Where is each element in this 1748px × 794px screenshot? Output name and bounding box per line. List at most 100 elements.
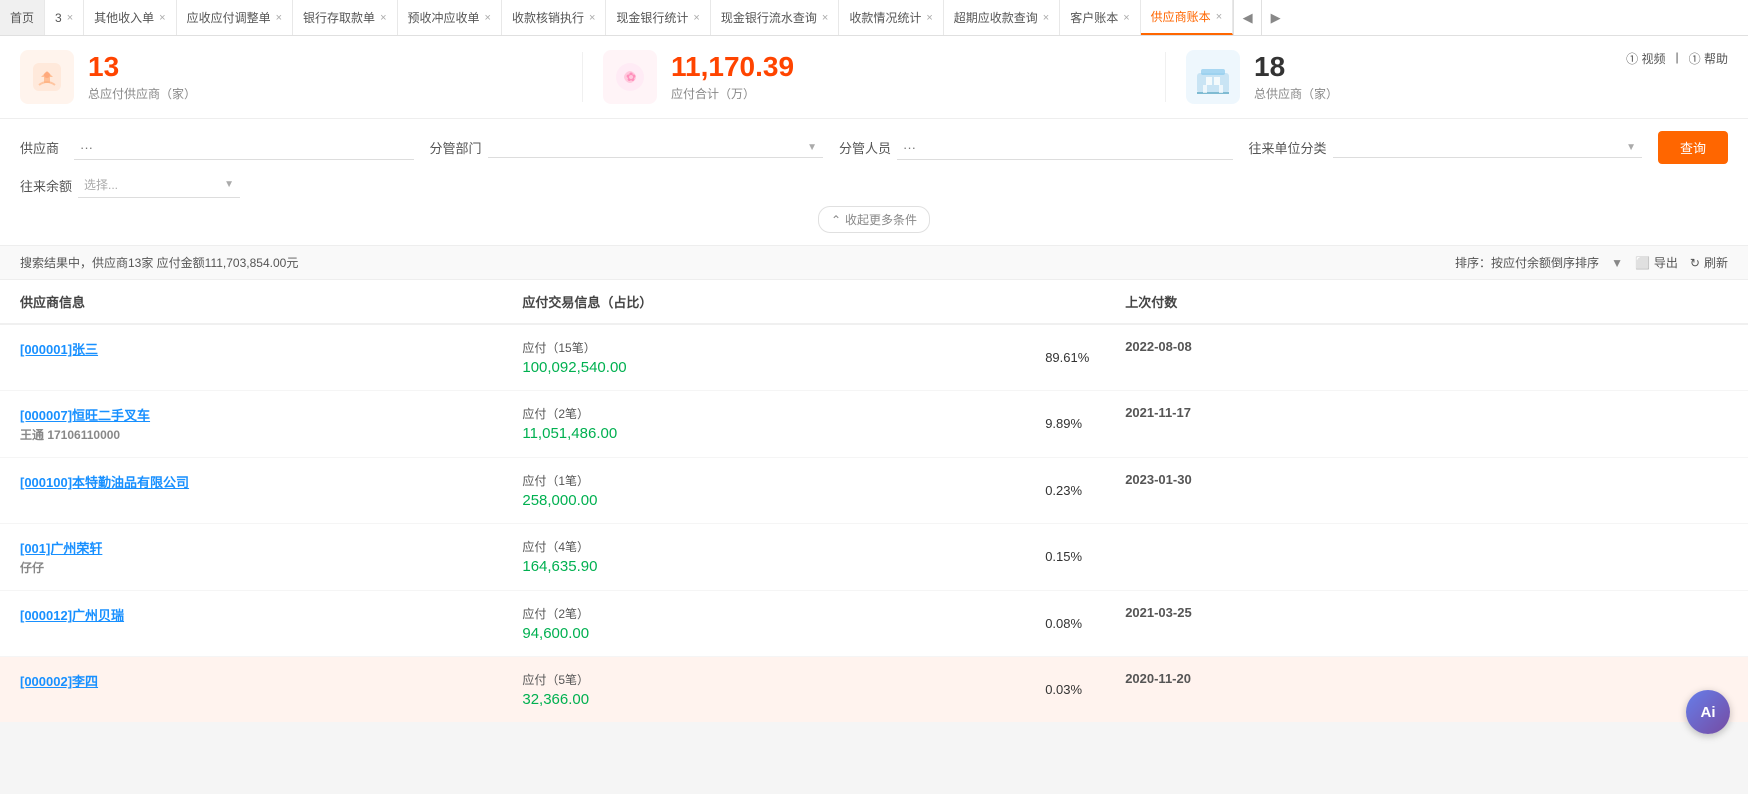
row-4-lastpay: 2021-03-25: [1125, 605, 1527, 620]
row-2-lastpay: 2023-01-30: [1125, 472, 1527, 487]
filter-category: 往来单位分类 ▼: [1249, 138, 1643, 158]
dept-select[interactable]: ▼: [488, 138, 823, 158]
row-5-lastpay: 2020-11-20: [1125, 671, 1527, 686]
header-links: ① 视频 | ① 帮助: [1626, 50, 1728, 67]
row-0-supplier-link[interactable]: [000001]张三: [20, 339, 522, 358]
payable-suppliers-label: 总应付供应商（家）: [88, 85, 196, 102]
data-table: 供应商信息 应付交易信息（占比） 上次付数 [000001]张三 应付（15笔）…: [0, 280, 1748, 723]
total-suppliers-number: 18: [1254, 52, 1338, 83]
nav-tab-cash-stat-close[interactable]: ×: [693, 12, 699, 24]
refresh-icon: ↻: [1690, 256, 1700, 270]
table-row[interactable]: [000100]本特勤油品有限公司 应付（1笔） 258,000.00 0.23…: [0, 458, 1748, 524]
nav-tab-ar-ap-close[interactable]: ×: [276, 12, 282, 24]
nav-tab-bank[interactable]: 银行存取款单 ×: [293, 0, 397, 35]
query-button[interactable]: 查询: [1658, 131, 1728, 164]
nav-tab-collection-close[interactable]: ×: [589, 12, 595, 24]
result-summary: 搜索结果中，供应商13家 应付金额111,703,854.00元: [20, 254, 298, 271]
nav-tab-bank-close[interactable]: ×: [380, 12, 386, 24]
row-0-amount: 100,092,540.00: [522, 359, 1045, 376]
nav-tab-other-income[interactable]: 其他收入单 ×: [84, 0, 176, 35]
filter-balance: 往来余额 选择... ▼: [20, 172, 240, 198]
row-2-lastpay-date: 2023-01-30: [1125, 472, 1192, 487]
row-0-count: 应付（15笔）: [522, 339, 1045, 356]
result-bar: 搜索结果中，供应商13家 应付金额111,703,854.00元 排序：按应付余…: [0, 246, 1748, 280]
table-row[interactable]: [000007]恒旺二手叉车 王通 17106110000 应付（2笔） 11,…: [0, 391, 1748, 458]
row-4-supplier: [000012]广州贝瑞: [20, 605, 522, 624]
row-4-supplier-link[interactable]: [000012]广州贝瑞: [20, 605, 522, 624]
top-nav: 首页 3 × 其他收入单 × 应收应付调整单 × 银行存取款单 × 预收冲应收单…: [0, 0, 1748, 36]
nav-tab-ar-ap[interactable]: 应收应付调整单 ×: [177, 0, 293, 35]
row-4-amount: 94,600.00: [522, 625, 1045, 642]
row-1-supplier-link[interactable]: [000007]恒旺二手叉车: [20, 405, 522, 424]
row-2-count: 应付（1笔）: [522, 472, 1045, 489]
col-header-supplier: 供应商信息: [20, 292, 522, 311]
nav-prev-arrow[interactable]: ◀: [1233, 0, 1261, 35]
filter-row-2: 往来余额 选择... ▼: [20, 172, 1728, 198]
row-4-transaction: 应付（2笔） 94,600.00 0.08%: [522, 605, 1125, 642]
nav-tab-3[interactable]: 3 ×: [45, 0, 84, 35]
collapse-button[interactable]: ⌃ 收起更多条件: [818, 206, 930, 233]
nav-tab-advance-close[interactable]: ×: [485, 12, 491, 24]
person-input[interactable]: [897, 136, 1232, 160]
export-button[interactable]: ⬜ 导出: [1635, 254, 1678, 271]
row-3-sub: 仔仔: [20, 559, 522, 576]
filter-section: 供应商 分管部门 ▼ 分管人员 往来单位分类 ▼ 查询 往来余额 选择: [0, 119, 1748, 246]
nav-next-arrow[interactable]: ▶: [1261, 0, 1289, 35]
nav-tab-supplier-ledger[interactable]: 供应商账本 ×: [1141, 0, 1233, 35]
row-5-supplier-link[interactable]: [000002]李四: [20, 671, 522, 690]
nav-tab-customer-ledger[interactable]: 客户账本 ×: [1060, 0, 1140, 35]
row-0-lastpay: 2022-08-08: [1125, 339, 1527, 354]
video-link[interactable]: ① 视频: [1626, 50, 1665, 67]
nav-tab-home-label: 首页: [10, 9, 34, 26]
row-1-transaction: 应付（2笔） 11,051,486.00 9.89%: [522, 405, 1125, 442]
table-row[interactable]: [000001]张三 应付（15笔） 100,092,540.00 89.61%…: [0, 325, 1748, 391]
row-3-count: 应付（4笔）: [522, 538, 1045, 555]
filter-supplier: 供应商: [20, 136, 414, 160]
row-2-supplier-link[interactable]: [000100]本特勤油品有限公司: [20, 472, 522, 491]
sort-arrow-icon: ▼: [1611, 256, 1623, 270]
row-0-percent: 89.61%: [1045, 350, 1125, 365]
refresh-button[interactable]: ↻ 刷新: [1690, 254, 1728, 271]
help-link[interactable]: ① 帮助: [1689, 50, 1728, 67]
stat-divider-1: [582, 52, 583, 102]
supplier-input[interactable]: [74, 136, 414, 160]
nav-tab-3-close[interactable]: ×: [67, 12, 73, 24]
stat-icon-total-suppliers: [1186, 50, 1240, 104]
nav-tab-collection-label: 收款核销执行: [512, 9, 584, 26]
stat-block-total-payable: ✿ 11,170.39 应付合计（万）: [603, 50, 1145, 104]
row-4-count: 应付（2笔）: [522, 605, 1045, 622]
nav-tab-payment-stat-close[interactable]: ×: [926, 12, 932, 24]
export-label: 导出: [1654, 254, 1678, 271]
nav-tab-cash-stat[interactable]: 现金银行统计 ×: [606, 0, 710, 35]
table-row[interactable]: [000012]广州贝瑞 应付（2笔） 94,600.00 0.08% 2021…: [0, 591, 1748, 657]
nav-tab-customer-ledger-close[interactable]: ×: [1123, 12, 1129, 24]
balance-select[interactable]: 选择... ▼: [78, 172, 240, 198]
nav-tab-home[interactable]: 首页: [0, 0, 45, 35]
nav-tab-collection[interactable]: 收款核销执行 ×: [502, 0, 606, 35]
table-row[interactable]: [001]广州荣轩 仔仔 应付（4笔） 164,635.90 0.15%: [0, 524, 1748, 591]
nav-tab-supplier-ledger-label: 供应商账本: [1151, 8, 1211, 25]
export-icon: ⬜: [1635, 256, 1650, 270]
person-label: 分管人员: [839, 138, 891, 157]
nav-tab-overdue-close[interactable]: ×: [1043, 12, 1049, 24]
table-row[interactable]: [000002]李四 应付（5笔） 32,366.00 0.03% 2020-1…: [0, 657, 1748, 723]
nav-tab-cash-flow[interactable]: 现金银行流水查询 ×: [711, 0, 839, 35]
nav-tab-payment-stat[interactable]: 收款情况统计 ×: [839, 0, 943, 35]
stat-divider-2: [1165, 52, 1166, 102]
nav-tab-supplier-ledger-close[interactable]: ×: [1216, 11, 1222, 23]
row-1-amount: 11,051,486.00: [522, 425, 1045, 442]
nav-tab-other-income-close[interactable]: ×: [159, 12, 165, 24]
table-header: 供应商信息 应付交易信息（占比） 上次付数: [0, 280, 1748, 325]
category-select[interactable]: ▼: [1333, 138, 1642, 158]
nav-tab-advance[interactable]: 预收冲应收单 ×: [398, 0, 502, 35]
ai-float-button[interactable]: Ai: [1686, 690, 1730, 734]
nav-tab-cash-flow-close[interactable]: ×: [822, 12, 828, 24]
nav-tab-overdue[interactable]: 超期应收款查询 ×: [944, 0, 1060, 35]
row-1-percent: 9.89%: [1045, 416, 1125, 431]
nav-tab-overdue-label: 超期应收款查询: [954, 9, 1038, 26]
row-5-lastpay-date: 2020-11-20: [1125, 671, 1191, 686]
row-3-supplier-link[interactable]: [001]广州荣轩: [20, 538, 522, 557]
supplier-label: 供应商: [20, 138, 68, 157]
collapse-label: 收起更多条件: [845, 211, 917, 228]
nav-tab-ar-ap-label: 应收应付调整单: [187, 9, 271, 26]
